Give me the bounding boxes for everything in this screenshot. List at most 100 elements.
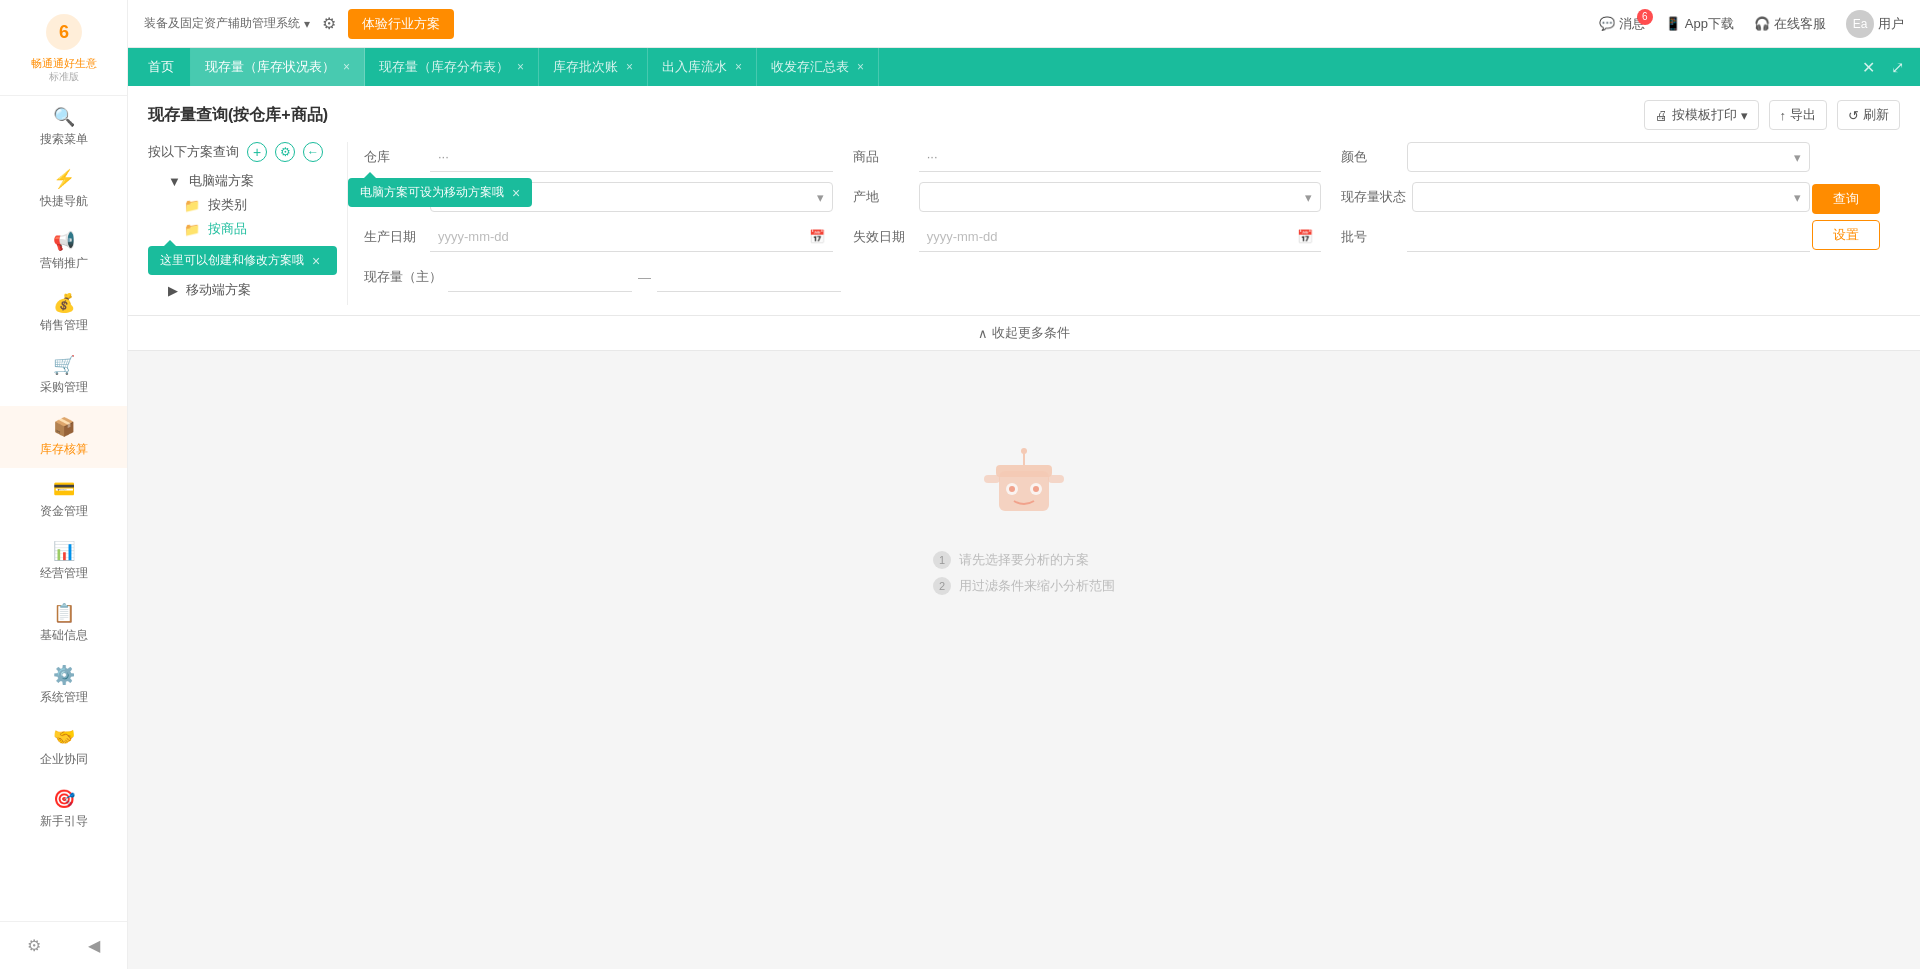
tab-collection-summary-close[interactable]: × bbox=[857, 60, 864, 74]
sidebar-label-finance: 资金管理 bbox=[40, 503, 88, 520]
tab-inventory-dist[interactable]: 现存量（库存分布表） × bbox=[365, 48, 539, 86]
tab-home[interactable]: 首页 bbox=[132, 48, 191, 86]
sidebar-item-system[interactable]: ⚙️ 系统管理 bbox=[0, 654, 127, 716]
scheme-desktop-label: 电脑端方案 bbox=[189, 172, 254, 190]
online-support-label: 在线客服 bbox=[1774, 15, 1826, 33]
header-settings-icon[interactable]: ⚙ bbox=[322, 14, 336, 33]
color-select[interactable]: ▾ bbox=[1407, 142, 1810, 172]
sidebar-collapse-icon[interactable]: ◀ bbox=[84, 932, 104, 959]
export-btn[interactable]: ↑ 导出 bbox=[1769, 100, 1828, 130]
desktop-scheme-tooltip: 电脑方案可设为移动方案哦 × bbox=[348, 178, 532, 207]
stock-qty-from[interactable] bbox=[448, 262, 632, 292]
template-print-btn[interactable]: 🖨 按模板打印 ▾ bbox=[1644, 100, 1759, 130]
scheme-by-goods-icon: 📁 bbox=[184, 222, 200, 237]
tab-inventory-dist-close[interactable]: × bbox=[517, 60, 524, 74]
user-profile-btn[interactable]: Ea 用户 bbox=[1846, 10, 1904, 38]
config-scheme-btn[interactable]: ⚙ bbox=[275, 142, 295, 162]
filter-color: 颜色 ▾ bbox=[1341, 142, 1810, 172]
tab-close-all-icon[interactable]: ✕ bbox=[1858, 54, 1879, 81]
sidebar-label-system: 系统管理 bbox=[40, 689, 88, 706]
sidebar-item-inventory[interactable]: 📦 库存核算 bbox=[0, 406, 127, 468]
print-icon: 🖨 bbox=[1655, 108, 1668, 123]
online-support-btn[interactable]: 🎧 在线客服 bbox=[1754, 15, 1826, 33]
system-name-dropdown[interactable]: 装备及固定资产辅助管理系统 ▾ bbox=[144, 15, 310, 32]
edit-scheme-tooltip: 这里可以创建和修改方案哦 × bbox=[148, 246, 337, 275]
tooltip1-close[interactable]: × bbox=[512, 185, 520, 201]
tab-batch-account-close[interactable]: × bbox=[626, 60, 633, 74]
message-btn[interactable]: 💬 消息 6 bbox=[1599, 15, 1645, 33]
system-name-text: 装备及固定资产辅助管理系统 bbox=[144, 15, 300, 32]
scheme-mobile-arrow: ▶ bbox=[168, 283, 178, 298]
collapse-btn[interactable]: ∧ 收起更多条件 bbox=[978, 324, 1070, 342]
scheme-by-category[interactable]: 📁 按类别 bbox=[184, 196, 337, 214]
query-btn[interactable]: 查询 bbox=[1812, 184, 1880, 214]
production-date-placeholder: yyyy-mm-dd bbox=[438, 229, 509, 244]
sidebar-item-search[interactable]: 🔍 搜索菜单 bbox=[0, 96, 127, 158]
settings-btn[interactable]: 设置 bbox=[1812, 220, 1880, 250]
refresh-btn[interactable]: ↺ 刷新 bbox=[1837, 100, 1900, 130]
headset-icon: 🎧 bbox=[1754, 16, 1770, 31]
origin-select[interactable]: ▾ bbox=[919, 182, 1322, 212]
origin-arrow: ▾ bbox=[1305, 190, 1312, 205]
warehouse-input[interactable]: ··· bbox=[430, 142, 833, 172]
sidebar-item-quicknav[interactable]: ⚡ 快捷导航 bbox=[0, 158, 127, 220]
empty-state-illustration bbox=[974, 431, 1074, 531]
tip2-text: 用过滤条件来缩小分析范围 bbox=[959, 577, 1115, 595]
sidebar-label-inventory: 库存核算 bbox=[40, 441, 88, 458]
message-badge: 6 bbox=[1637, 9, 1653, 25]
svg-rect-3 bbox=[996, 465, 1052, 477]
add-scheme-btn[interactable]: + bbox=[247, 142, 267, 162]
goods-input[interactable]: ··· bbox=[919, 142, 1322, 172]
main-area: 装备及固定资产辅助管理系统 ▾ ⚙ 体验行业方案 💬 消息 6 📱 App下载 … bbox=[128, 0, 1920, 969]
back-btn[interactable]: ← bbox=[303, 142, 323, 162]
tab-fullscreen-icon[interactable]: ⤢ bbox=[1887, 54, 1908, 81]
batch-no-input[interactable] bbox=[1407, 222, 1810, 252]
sidebar-icon-enterprise: 🤝 bbox=[53, 726, 75, 748]
tab-inventory-status-label: 现存量（库存状况表） bbox=[205, 58, 335, 76]
calendar2-icon[interactable]: 📅 bbox=[1297, 229, 1313, 244]
sidebar-item-marketing[interactable]: 📢 营销推广 bbox=[0, 220, 127, 282]
tooltip2-close[interactable]: × bbox=[312, 253, 320, 269]
scheme-desktop-arrow: ▼ bbox=[168, 174, 181, 189]
sidebar-item-sales[interactable]: 💰 销售管理 bbox=[0, 282, 127, 344]
production-date-label: 生产日期 bbox=[364, 228, 424, 246]
sidebar-item-purchase[interactable]: 🛒 采购管理 bbox=[0, 344, 127, 406]
tab-collection-summary[interactable]: 收发存汇总表 × bbox=[757, 48, 879, 86]
action-btn-group: 查询 设置 bbox=[1812, 184, 1880, 250]
scheme-mobile-label: 移动端方案 bbox=[186, 281, 251, 299]
sidebar-item-guide[interactable]: 🎯 新手引导 bbox=[0, 778, 127, 840]
calendar-icon[interactable]: 📅 bbox=[809, 229, 825, 244]
tab-in-out-flow-close[interactable]: × bbox=[735, 60, 742, 74]
dropdown-arrow-icon: ▾ bbox=[304, 17, 310, 31]
tab-inventory-status-close[interactable]: × bbox=[343, 60, 350, 74]
svg-point-7 bbox=[1033, 486, 1039, 492]
collapse-label: 收起更多条件 bbox=[992, 324, 1070, 342]
tab-inventory-status[interactable]: 现存量（库存状况表） × bbox=[191, 48, 365, 86]
scheme-by-goods[interactable]: 📁 按商品 bbox=[184, 220, 337, 238]
empty-state: 1 请先选择要分析的方案 2 用过滤条件来缩小分析范围 bbox=[128, 351, 1920, 675]
experience-btn[interactable]: 体验行业方案 bbox=[348, 9, 454, 39]
sidebar-settings-icon[interactable]: ⚙ bbox=[23, 932, 45, 959]
stock-status-label: 现存量状态 bbox=[1341, 188, 1406, 206]
filter-origin: 产地 ▾ bbox=[853, 182, 1322, 212]
filter-batch-no: 批号 bbox=[1341, 222, 1810, 252]
tab-in-out-flow[interactable]: 出入库流水 × bbox=[648, 48, 757, 86]
sidebar-label-operation: 经营管理 bbox=[40, 565, 88, 582]
sidebar-item-enterprise[interactable]: 🤝 企业协同 bbox=[0, 716, 127, 778]
filter-area: 按以下方案查询 + ⚙ ← 电脑方案可设为移动方案哦 × bbox=[148, 142, 1900, 305]
sidebar-item-finance[interactable]: 💳 资金管理 bbox=[0, 468, 127, 530]
sidebar-item-basic[interactable]: 📋 基础信息 bbox=[0, 592, 127, 654]
sidebar-label-quicknav: 快捷导航 bbox=[40, 193, 88, 210]
tip1-text: 请先选择要分析的方案 bbox=[959, 551, 1089, 569]
scheme-by-goods-label: 按商品 bbox=[208, 220, 247, 238]
stock-qty-to[interactable] bbox=[657, 262, 841, 292]
filter-stock-status: 现存量状态 ▾ bbox=[1341, 182, 1810, 212]
production-date-input[interactable]: yyyy-mm-dd 📅 bbox=[430, 222, 833, 252]
expiry-date-label: 失效日期 bbox=[853, 228, 913, 246]
sidebar: 6 畅通通好生意 标准版 🔍 搜索菜单 ⚡ 快捷导航 📢 营销推广 💰 销售管理… bbox=[0, 0, 128, 969]
app-download-btn[interactable]: 📱 App下载 bbox=[1665, 15, 1734, 33]
sidebar-item-operation[interactable]: 📊 经营管理 bbox=[0, 530, 127, 592]
stock-status-select[interactable]: ▾ bbox=[1412, 182, 1810, 212]
tab-batch-account[interactable]: 库存批次账 × bbox=[539, 48, 648, 86]
expiry-date-input[interactable]: yyyy-mm-dd 📅 bbox=[919, 222, 1322, 252]
